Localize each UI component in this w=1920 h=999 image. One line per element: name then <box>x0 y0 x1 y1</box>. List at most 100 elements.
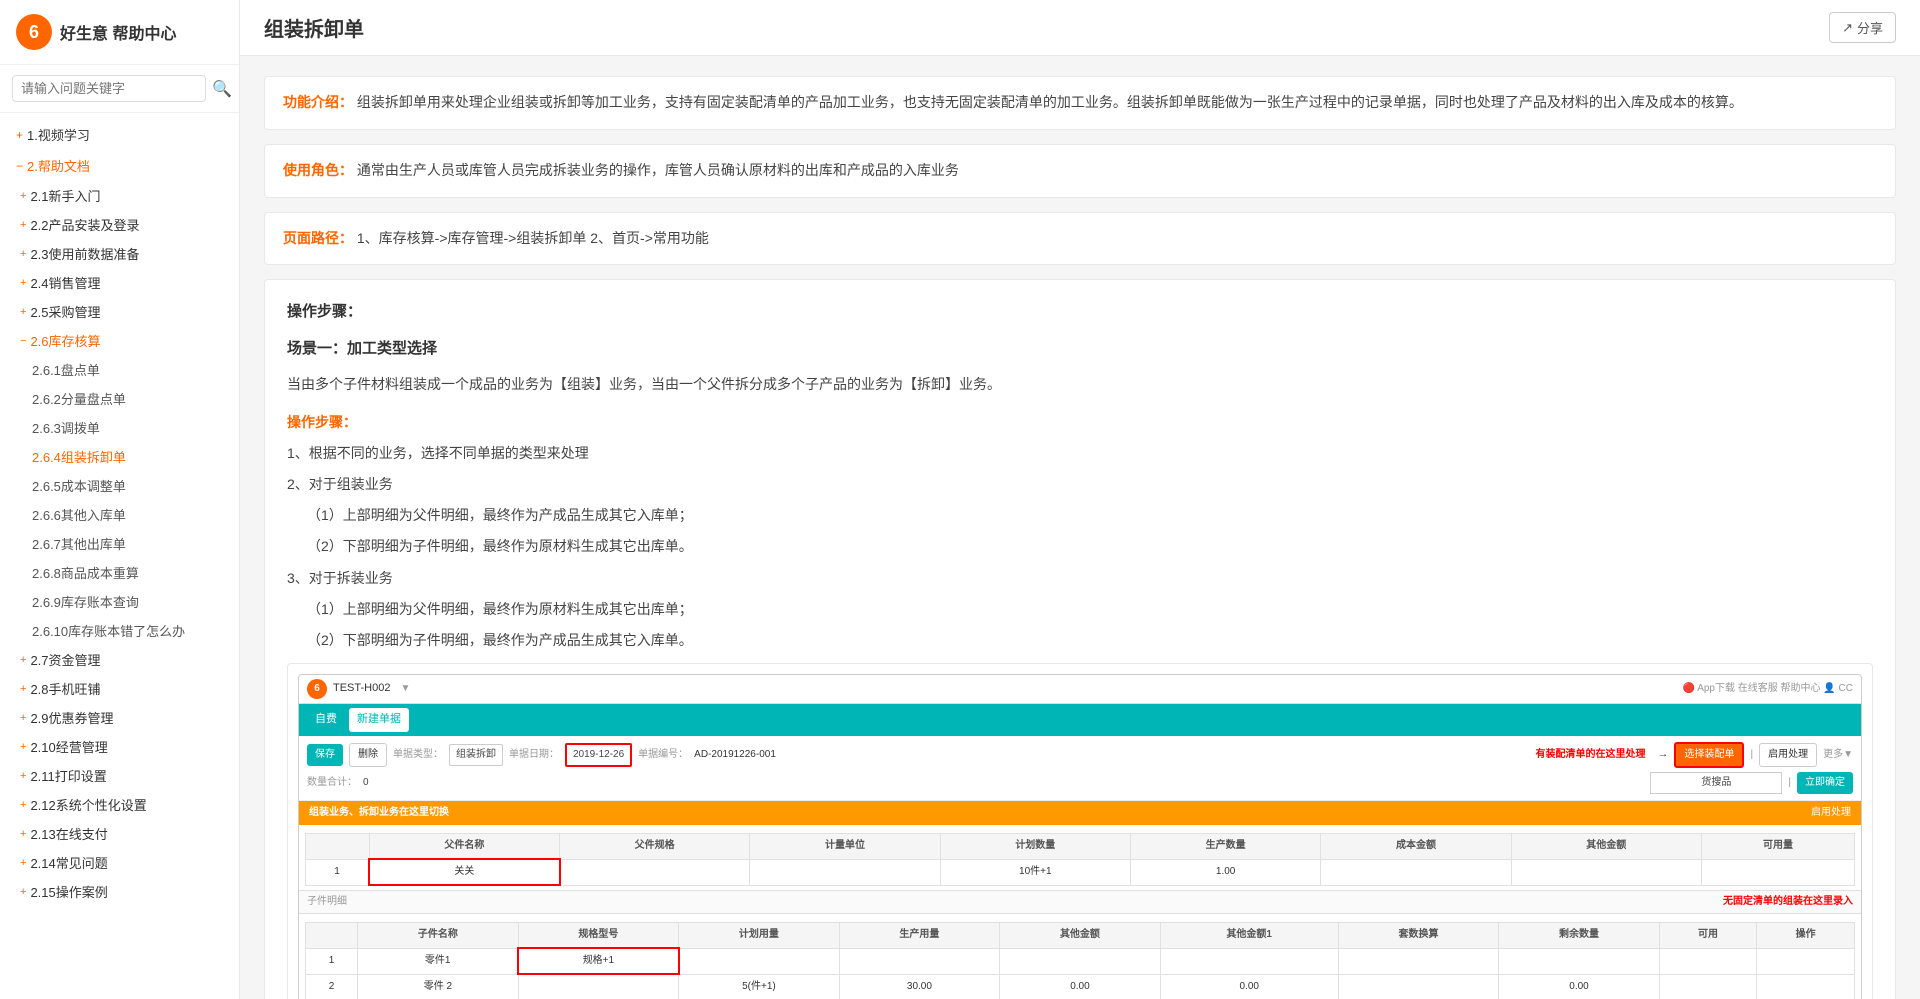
sim-child-table-wrap: 子件名称 规格型号 计划用量 生产用量 其他金额 其他金额1 套数换算 剩余数量… <box>299 914 1861 999</box>
sidebar-item-s1[interactable]: + 1.视频学习 <box>0 119 239 150</box>
sim-type-label: 单据类型： <box>393 746 443 764</box>
callout2-label: 组装业务、拆卸业务在这里切换 <box>309 804 449 822</box>
sim-nav-zifei: 自费 <box>307 708 345 732</box>
sidebar-leaf-l7[interactable]: 2.6.7其他出库单 <box>0 529 239 558</box>
sidebar-item-s2-3[interactable]: + 2.3使用前数据准备 <box>0 239 239 268</box>
minus-icon-2-6: − <box>20 335 26 347</box>
table-row: 1 关关 10件+1 1.00 <box>306 859 1855 885</box>
sim-child-header: 子件明细 无固定清单的组装在这里录入 <box>299 890 1861 914</box>
callout4: 无固定清单的组装在这里录入 <box>1723 893 1853 911</box>
sim-btn-save: 保存 <box>307 744 343 766</box>
screenshot-container: 6 TEST-H002 ▼ 🔴 App下载 在线客服 帮助中心 👤 CC 自费 … <box>287 663 1873 999</box>
step3-sub1: （1）上部明细为父件明细，最终作为原材料生成其它出库单； <box>287 597 1873 622</box>
sim-type-switch-bar: 组装业务、拆卸业务在这里切换 启用处理 <box>299 801 1861 825</box>
sim-btn-more: 更多▼ <box>1823 746 1853 764</box>
callout3-label: 启用处理 <box>1811 804 1851 822</box>
sidebar-leaf-l3[interactable]: 2.6.3调拨单 <box>0 413 239 442</box>
sim-parent-table: 父件名称 父件规格 计量单位 计划数量 生产数量 成本金额 其他金额 可用量 <box>305 833 1855 886</box>
sidebar-leaf-l10[interactable]: 2.6.10库存账本错了怎么办 <box>0 616 239 645</box>
sidebar-leaf-l1[interactable]: 2.6.1盘点单 <box>0 355 239 384</box>
table-row: 1 零件1 规格+1 <box>306 948 1855 974</box>
step2: 2、对于组装业务 <box>287 472 1873 497</box>
sim-btn-select-config: 选择装配单 <box>1674 742 1744 768</box>
th-prod-qty: 生产数量 <box>1130 834 1320 860</box>
sidebar-leaf-l5[interactable]: 2.6.5成本调整单 <box>0 471 239 500</box>
sidebar-item-s2-10[interactable]: + 2.10经营管理 <box>0 732 239 761</box>
sim-company: TEST-H002 <box>333 679 390 699</box>
share-button[interactable]: ↗ 分享 <box>1829 12 1896 43</box>
plus-icon-2-9: + <box>20 712 26 724</box>
search-input[interactable] <box>12 75 206 102</box>
role-intro-box: 使用角色： 通常由生产人员或库管人员完成拆装业务的操作，库管人员确认原材料的出库… <box>264 144 1896 198</box>
sim-btn-sep: | <box>1750 746 1753 764</box>
sidebar-leaf-l8[interactable]: 2.6.8商品成本重算 <box>0 558 239 587</box>
sidebar-item-s2-13[interactable]: + 2.13在线支付 <box>0 819 239 848</box>
step1: 1、根据不同的业务，选择不同单据的类型来处理 <box>287 441 1873 466</box>
share-icon: ↗ <box>1842 20 1853 36</box>
plus-icon-2-7: + <box>20 654 26 666</box>
role-label: 使用角色： <box>283 162 353 178</box>
steps-block: 操作步骤： 场景一：加工类型选择 当由多个子件材料组装成一个成品的业务为【组装】… <box>264 279 1896 999</box>
sim-btn-process: 启用处理 <box>1759 743 1817 767</box>
path-label: 页面路径： <box>283 230 353 246</box>
sidebar-item-s2-11[interactable]: + 2.11打印设置 <box>0 761 239 790</box>
th-check <box>306 834 370 860</box>
search-box: 🔍 <box>0 65 239 113</box>
logo-text: 好生意 帮助中心 <box>60 20 176 44</box>
plus-icon-2-3: + <box>20 248 26 260</box>
callout1: 有装配清单的在这里处理 <box>1535 746 1645 764</box>
plus-icon-2-8: + <box>20 683 26 695</box>
sim-date-value: 2019-12-26 <box>565 743 632 767</box>
feature-intro-label: 功能介绍： <box>283 94 353 110</box>
th-other-amt: 其他金额 <box>1511 834 1701 860</box>
plus-icon-2-11: + <box>20 770 26 782</box>
sim-no-value: AD-20191226-001 <box>694 746 776 764</box>
sidebar-item-s2-8[interactable]: + 2.8手机旺铺 <box>0 674 239 703</box>
path-box: 页面路径： 1、库存核算->库存管理->组装拆卸单 2、首页->常用功能 <box>264 212 1896 266</box>
sidebar-item-s2-5[interactable]: + 2.5采购管理 <box>0 297 239 326</box>
nav-tree: + 1.视频学习 − 2.帮助文档 + 2.1新手入门 + 2.2产品安装及登录… <box>0 113 239 999</box>
content-area: 功能介绍： 组装拆卸单用来处理企业组装或拆卸等加工业务，支持有固定装配清单的产品… <box>240 56 1920 999</box>
sim-nav-xinjian: 新建单据 <box>349 708 409 732</box>
sidebar-item-s2-12[interactable]: + 2.12系统个性化设置 <box>0 790 239 819</box>
sidebar-item-s2-9[interactable]: + 2.9优惠券管理 <box>0 703 239 732</box>
plus-icon-2-12: + <box>20 799 26 811</box>
sidebar-leaf-l2[interactable]: 2.6.2分量盘点单 <box>0 384 239 413</box>
plus-icon-2-15: + <box>20 886 26 898</box>
plus-icon-2-13: + <box>20 828 26 840</box>
sim-nav: 自费 新建单据 <box>299 704 1861 736</box>
sim-child-table: 子件名称 规格型号 计划用量 生产用量 其他金额 其他金额1 套数换算 剩余数量… <box>305 922 1855 999</box>
scene1-label: 场景一：加工类型选择 <box>287 335 1873 362</box>
search-icon[interactable]: 🔍 <box>212 79 232 99</box>
main-content: 组装拆卸单 ↗ 分享 功能介绍： 组装拆卸单用来处理企业组装或拆卸等加工业务，支… <box>240 0 1920 999</box>
sidebar-item-s2[interactable]: − 2.帮助文档 <box>0 150 239 181</box>
sidebar-item-s2-6[interactable]: − 2.6库存核算 <box>0 326 239 355</box>
plus-icon-2-14: + <box>20 857 26 869</box>
step3-sub2: （2）下部明细为子件明细，最终作为产成品生成其它入库单。 <box>287 628 1873 653</box>
path-text: 1、库存核算->库存管理->组装拆卸单 2、首页->常用功能 <box>357 230 709 246</box>
sim-form-toolbar: 保存 删除 单据类型： 组装拆卸 单据日期： 2019-12-26 单据编号： … <box>299 736 1861 801</box>
sim-header-count: 0 <box>363 774 369 792</box>
sidebar-item-s2-15[interactable]: + 2.15操作案例 <box>0 877 239 906</box>
sidebar-item-s2-7[interactable]: + 2.7资金管理 <box>0 645 239 674</box>
callout1-arrow: → <box>1657 745 1668 765</box>
sim-child-label: 子件明细 <box>307 893 347 911</box>
sidebar-item-s2-2[interactable]: + 2.2产品安装及登录 <box>0 210 239 239</box>
sidebar-item-s2-4[interactable]: + 2.4销售管理 <box>0 268 239 297</box>
sidebar-leaf-l6[interactable]: 2.6.6其他入库单 <box>0 500 239 529</box>
sidebar-item-s2-1[interactable]: + 2.1新手入门 <box>0 181 239 210</box>
sim-btn-delete: 删除 <box>349 743 387 767</box>
plus-icon: + <box>16 128 23 142</box>
th-plan-qty: 计划数量 <box>940 834 1130 860</box>
sim-logo: 6 <box>307 679 327 699</box>
sim-no-label: 单据编号： <box>638 746 688 764</box>
sidebar-leaf-l9[interactable]: 2.6.9库存账本查询 <box>0 587 239 616</box>
steps-label: 操作步骤： <box>287 410 1873 435</box>
sidebar-leaf-l4[interactable]: 2.6.4组装拆卸单 <box>0 442 239 471</box>
plus-icon-2-10: + <box>20 741 26 753</box>
sidebar-item-s2-14[interactable]: + 2.14常见问题 <box>0 848 239 877</box>
sim-type-value: 组装拆卸 <box>449 744 503 766</box>
step2-sub1: （1）上部明细为父件明细，最终作为产成品生成其它入库单； <box>287 503 1873 528</box>
sim-dropdown-icon: ▼ <box>400 680 410 698</box>
table-row: 2 零件 2 5(件+1) 30.00 0.00 0.00 0.00 <box>306 974 1855 999</box>
